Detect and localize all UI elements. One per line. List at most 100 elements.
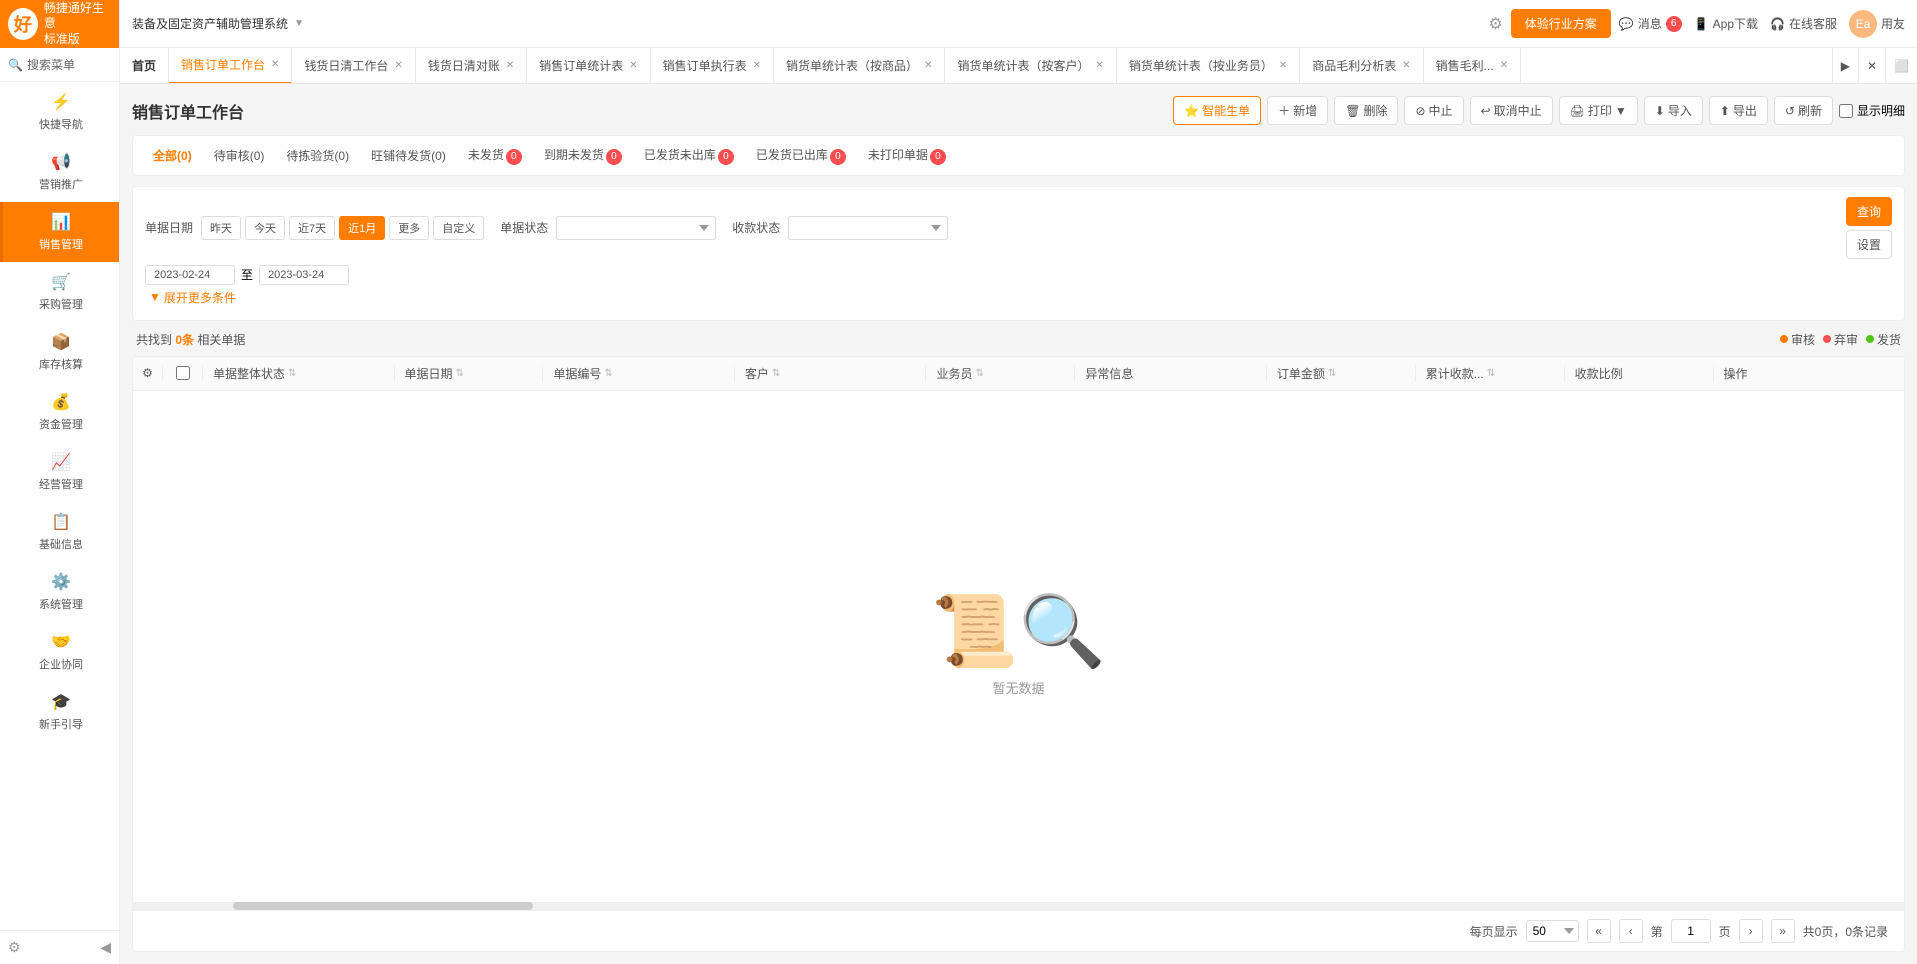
tab-sales-stat[interactable]: 销售订单统计表 ✕ [527, 48, 650, 84]
print-dropdown-icon[interactable]: ▼ [1615, 104, 1627, 118]
system-dropdown-icon[interactable]: ▼ [294, 18, 304, 29]
filter-tab-pending-review[interactable]: 待审核(0) [204, 143, 275, 168]
sidebar-item-purchase[interactable]: 🛒 采购管理 [0, 262, 119, 322]
tab-close-icon[interactable]: ✕ [271, 59, 279, 70]
filter-tab-not-printed[interactable]: 未打印单据0 [858, 142, 956, 169]
filter-tab-delivered-out[interactable]: 已发货已出库0 [746, 142, 856, 169]
select-all-checkbox[interactable] [176, 366, 190, 380]
query-btn[interactable]: 查询 [1846, 197, 1892, 226]
date-yesterday-btn[interactable]: 昨天 [201, 216, 241, 240]
refresh-btn[interactable]: ↺ 刷新 [1774, 96, 1833, 125]
filter-tab-not-delivered[interactable]: 未发货0 [458, 142, 532, 169]
show-detail-checkbox[interactable] [1839, 104, 1853, 118]
tab-sales-summary-staff[interactable]: 销货单统计表（按业务员） ✕ [1117, 48, 1300, 84]
expand-conditions-btn[interactable]: ▼ 展开更多条件 [145, 285, 1892, 310]
sidebar-item-guide[interactable]: 🎓 新手引导 [0, 682, 119, 742]
sidebar-item-inventory[interactable]: 📦 库存核算 [0, 322, 119, 382]
th-checkbox[interactable] [163, 366, 203, 380]
smart-gen-btn[interactable]: ⭐ 智能生单 [1173, 96, 1261, 125]
th-staff[interactable]: 业务员 ⇅ [926, 365, 1075, 382]
th-amount[interactable]: 订单金额 ⇅ [1267, 365, 1416, 382]
settings-btn[interactable]: 设置 [1846, 230, 1892, 259]
th-code[interactable]: 单据编号 ⇅ [543, 365, 735, 382]
th-date[interactable]: 单据日期 ⇅ [395, 365, 544, 382]
online-service-btn[interactable]: 🎧 在线客服 [1770, 15, 1837, 32]
import-btn[interactable]: ⬇ 导入 [1644, 96, 1703, 125]
add-btn[interactable]: ＋ 新增 [1267, 96, 1328, 125]
tab-maximize-btn[interactable]: ⬜ [1885, 48, 1917, 84]
th-customer[interactable]: 客户 ⇅ [735, 365, 927, 382]
tab-sales-summary-product[interactable]: 销货单统计表（按商品） ✕ [774, 48, 945, 84]
sidebar-item-system[interactable]: ⚙️ 系统管理 [0, 562, 119, 622]
last-page-btn[interactable]: » [1771, 919, 1795, 943]
horizontal-scrollbar[interactable] [133, 902, 1904, 910]
date-to-input[interactable] [259, 265, 349, 285]
page-size-select[interactable]: 50 20 100 [1526, 920, 1579, 942]
date-from-input[interactable] [145, 265, 235, 285]
date-1month-btn[interactable]: 近1月 [339, 216, 385, 240]
show-detail-label[interactable]: 显示明细 [1839, 102, 1905, 119]
tab-close-all-btn[interactable]: ✕ [1858, 48, 1885, 84]
filter-tab-pending-check[interactable]: 待拣验货(0) [276, 143, 359, 168]
sidebar-item-marketing[interactable]: 📢 营销推广 [0, 142, 119, 202]
tab-close-icon[interactable]: ✕ [924, 60, 932, 71]
sidebar-item-finance[interactable]: 💰 资金管理 [0, 382, 119, 442]
tab-home[interactable]: 首页 [120, 48, 169, 84]
tab-cash-reconcile[interactable]: 钱货日清对账 ✕ [416, 48, 527, 84]
tab-close-icon[interactable]: ✕ [753, 60, 761, 71]
filter-tab-all[interactable]: 全部(0) [143, 143, 202, 168]
sidebar-item-operations[interactable]: 📈 经营管理 [0, 442, 119, 502]
sidebar-item-quick-nav[interactable]: ⚡ 快捷导航 [0, 82, 119, 142]
prev-page-btn[interactable]: ‹ [1619, 919, 1643, 943]
sidebar-item-sales[interactable]: 📊 销售管理 [0, 202, 119, 262]
tab-sales-workbench[interactable]: 销售订单工作台 ✕ [169, 48, 292, 84]
th-status[interactable]: 单据整体状态 ⇅ [203, 365, 395, 382]
unpause-btn[interactable]: ↩ 取消中止 [1470, 96, 1553, 125]
tab-close-icon[interactable]: ✕ [1500, 60, 1508, 71]
pause-btn[interactable]: ⊘ 中止 [1404, 96, 1463, 125]
gear-icon[interactable]: ⚙ [1488, 14, 1502, 34]
app-download-btn[interactable]: 📱 App下载 [1694, 15, 1758, 32]
message-btn[interactable]: 💬 消息 6 [1619, 15, 1682, 32]
unreviewed-action-btn[interactable]: 弃审 [1823, 331, 1858, 348]
tab-sales-exec[interactable]: 销售订单执行表 ✕ [651, 48, 774, 84]
payment-select[interactable] [788, 216, 948, 240]
date-custom-btn[interactable]: 自定义 [433, 216, 484, 240]
th-collected[interactable]: 累计收款... ⇅ [1416, 365, 1565, 382]
filter-tab-overdue-deliver[interactable]: 到期未发货0 [534, 142, 632, 169]
sidebar-item-basic-info[interactable]: 📋 基础信息 [0, 502, 119, 562]
sidebar-settings-btn[interactable]: ⚙ [8, 939, 21, 956]
sidebar-item-enterprise[interactable]: 🤝 企业协同 [0, 622, 119, 682]
delete-btn[interactable]: 🗑 删除 [1334, 96, 1398, 125]
first-page-btn[interactable]: « [1587, 919, 1611, 943]
user-menu[interactable]: Ea 用友 [1849, 10, 1905, 38]
deliver-action-btn[interactable]: 发货 [1866, 331, 1901, 348]
tab-close-icon[interactable]: ✕ [1279, 60, 1287, 71]
date-more-btn[interactable]: 更多 [389, 216, 429, 240]
sidebar-search[interactable]: 🔍 搜索菜单 [0, 48, 119, 82]
filter-tab-delivered-not-out[interactable]: 已发货未出库0 [634, 142, 744, 169]
date-7days-btn[interactable]: 近7天 [289, 216, 335, 240]
tab-sales-more[interactable]: 销售毛利... ✕ [1424, 48, 1521, 84]
th-settings[interactable]: ⚙ [133, 366, 163, 380]
tab-close-icon[interactable]: ✕ [394, 60, 402, 71]
tab-close-icon[interactable]: ✕ [1402, 60, 1410, 71]
tab-scroll-right-btn[interactable]: ▶ [1832, 48, 1858, 84]
review-action-btn[interactable]: 审核 [1780, 331, 1815, 348]
tab-sales-summary-customer[interactable]: 销货单统计表（按客户） ✕ [945, 48, 1116, 84]
status-select[interactable] [556, 216, 716, 240]
filter-tab-wangpu-deliver[interactable]: 旺铺待发货(0) [361, 143, 456, 168]
tab-cash-daily[interactable]: 钱货日清工作台 ✕ [292, 48, 415, 84]
tab-close-icon[interactable]: ✕ [1095, 60, 1103, 71]
export-btn[interactable]: ⬆ 导出 [1709, 96, 1768, 125]
tab-close-icon[interactable]: ✕ [629, 60, 637, 71]
print-btn[interactable]: 🖨 打印 ▼ [1559, 96, 1638, 125]
trial-btn[interactable]: 体验行业方案 [1511, 9, 1611, 38]
date-today-btn[interactable]: 今天 [245, 216, 285, 240]
scrollbar-thumb[interactable] [233, 902, 533, 910]
tab-close-icon[interactable]: ✕ [506, 60, 514, 71]
tab-product-margin[interactable]: 商品毛利分析表 ✕ [1300, 48, 1423, 84]
page-number-input[interactable] [1671, 919, 1711, 943]
sidebar-collapse-btn[interactable]: ◀ [100, 939, 111, 956]
next-page-btn[interactable]: › [1739, 919, 1763, 943]
